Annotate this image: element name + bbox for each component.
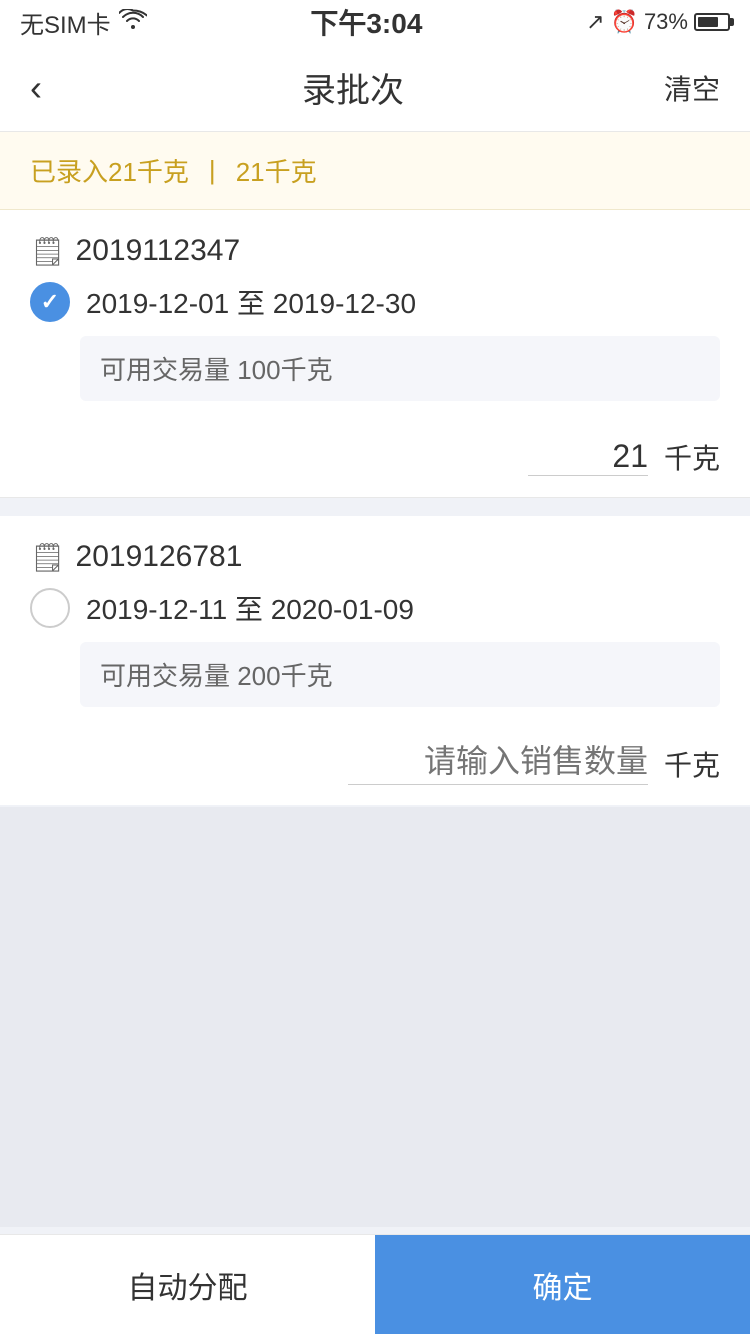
batch-date-1: 2019-12-01 至 2019-12-30 <box>86 282 416 322</box>
available-row-2: 可用交易量 200千克 <box>80 642 720 707</box>
nav-bar: ‹ 录批次 清空 <box>0 44 750 132</box>
recorded-value: 21千克 <box>236 152 317 189</box>
batch-doc-icon-2: 🗒 <box>30 541 66 574</box>
input-underline-2 <box>348 743 648 785</box>
quantity-input-1[interactable] <box>528 438 648 475</box>
status-time: 下午3:04 <box>310 2 422 42</box>
quantity-row-1: 千克 <box>0 417 750 498</box>
batch-header-2: 🗒 2019126781 <box>0 516 750 582</box>
available-text-1: 可用交易量 100千克 <box>100 355 333 385</box>
wifi-icon <box>119 8 147 36</box>
auto-distribute-label: 自动分配 <box>128 1263 248 1307</box>
battery-percent: 73% <box>644 9 688 35</box>
quantity-line-1 <box>528 438 648 476</box>
batch-date-2: 2019-12-11 至 2020-01-09 <box>86 588 414 628</box>
batch-card-2: 🗒 2019126781 2019-12-11 至 2020-01-09 可用交… <box>0 516 750 805</box>
radio-unchecked-2[interactable] <box>30 588 70 628</box>
back-button[interactable]: ‹ <box>30 67 42 109</box>
batch-row-1[interactable]: 2019-12-01 至 2019-12-30 <box>0 276 750 328</box>
page-title: 录批次 <box>302 63 404 112</box>
battery-icon <box>694 13 730 31</box>
info-divider: | <box>209 155 216 186</box>
auto-distribute-button[interactable]: 自动分配 <box>0 1235 375 1334</box>
confirm-button[interactable]: 确定 <box>375 1235 750 1334</box>
confirm-label: 确定 <box>533 1263 593 1307</box>
quantity-input-2[interactable] <box>388 743 648 780</box>
clear-button[interactable]: 清空 <box>664 68 720 108</box>
batch-id-1: 2019112347 <box>76 234 241 268</box>
status-right: ↗ ⏰ 73% <box>586 9 730 35</box>
recorded-label: 已录入21千克 <box>30 152 189 189</box>
carrier-label: 无SIM卡 <box>20 5 111 40</box>
status-left: 无SIM卡 <box>20 5 147 40</box>
location-icon: ↗ <box>586 9 604 35</box>
separator-1 <box>0 500 750 516</box>
bottom-bar: 自动分配 确定 <box>0 1234 750 1334</box>
status-bar: 无SIM卡 下午3:04 ↗ ⏰ 73% <box>0 0 750 44</box>
gray-area <box>0 807 750 1227</box>
batch-id-2: 2019126781 <box>76 540 243 574</box>
available-text-2: 可用交易量 200千克 <box>100 661 333 691</box>
batch-card-1: 🗒 2019112347 2019-12-01 至 2019-12-30 可用交… <box>0 210 750 498</box>
info-banner: 已录入21千克 | 21千克 <box>0 132 750 210</box>
radio-checked-1[interactable] <box>30 282 70 322</box>
available-row-1: 可用交易量 100千克 <box>80 336 720 401</box>
input-row-2: 千克 <box>0 723 750 805</box>
input-unit-2: 千克 <box>664 744 720 784</box>
batch-header-1: 🗒 2019112347 <box>0 210 750 276</box>
alarm-icon: ⏰ <box>611 9 638 35</box>
batch-doc-icon-1: 🗒 <box>30 235 66 268</box>
batch-row-2[interactable]: 2019-12-11 至 2020-01-09 <box>0 582 750 634</box>
quantity-unit-1: 千克 <box>664 437 720 477</box>
